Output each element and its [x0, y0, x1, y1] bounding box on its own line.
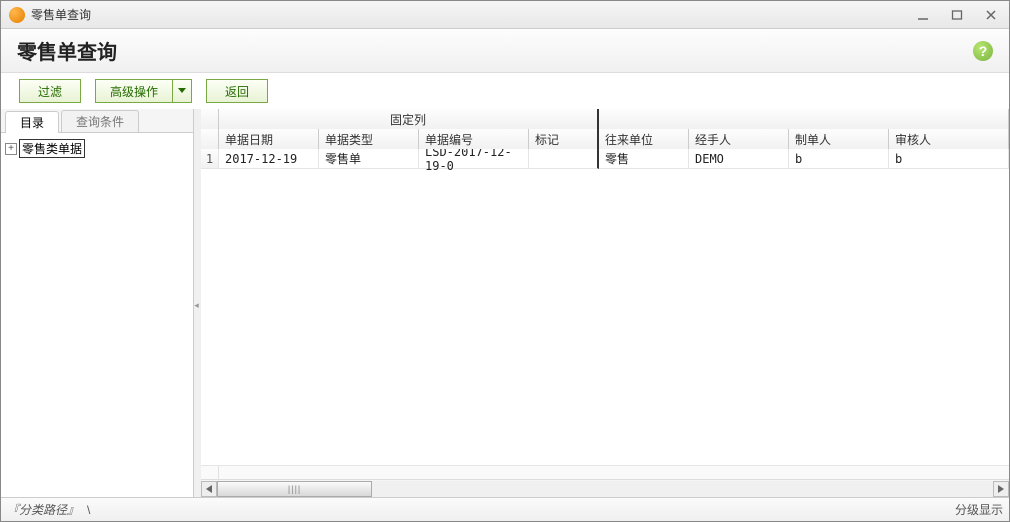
grid-footer-strip — [201, 465, 1009, 479]
cell-maker: b — [789, 149, 889, 169]
minimize-button[interactable] — [913, 7, 933, 23]
tab-conditions-label: 查询条件 — [76, 113, 124, 130]
left-panel-tabs: 目录 查询条件 — [1, 109, 193, 133]
col-header-number[interactable]: 单据编号 — [419, 129, 529, 149]
filter-button-label: 过滤 — [38, 83, 62, 100]
cell-handler: DEMO — [689, 149, 789, 169]
cell-date: 2017-12-19 — [219, 149, 319, 169]
filter-button[interactable]: 过滤 — [19, 79, 81, 103]
cell-mark — [529, 149, 599, 169]
back-button-label: 返回 — [225, 83, 249, 100]
col-header-handler[interactable]: 经手人 — [689, 129, 789, 149]
grid-header-row: 单据日期 单据类型 单据编号 标记 往来单位 经手人 制单人 审核人 — [201, 129, 1009, 149]
page-title: 零售单查询 — [17, 36, 117, 65]
scroll-thumb[interactable]: |||| — [217, 481, 372, 497]
cell-party: 零售 — [599, 149, 689, 169]
tree-root-label: 零售类单据 — [19, 139, 85, 158]
cell-auditor: b — [889, 149, 1009, 169]
grid-group-row: 固定列 — [201, 109, 1009, 129]
tab-catalog[interactable]: 目录 — [5, 111, 59, 133]
level-display-button[interactable]: 分级显示 — [955, 501, 1003, 518]
col-header-rownum[interactable] — [201, 129, 219, 149]
catalog-tree: + 零售类单据 — [1, 133, 193, 497]
col-header-party[interactable]: 往来单位 — [599, 129, 689, 149]
tab-catalog-label: 目录 — [20, 114, 44, 131]
advanced-button[interactable]: 高级操作 — [95, 79, 192, 103]
window-controls — [913, 7, 1001, 23]
app-icon — [9, 7, 25, 23]
column-group-scroll — [599, 109, 1009, 129]
table-row[interactable]: 1 2017-12-19 零售单 LSD-2017-12-19-0 零售 DEM… — [201, 149, 1009, 169]
grid: 固定列 单据日期 单据类型 单据编号 标记 往来单位 经手人 制单人 审核人 1… — [201, 109, 1009, 497]
toolbar: 过滤 高级操作 返回 — [1, 73, 1009, 109]
column-group-fixed: 固定列 — [219, 109, 599, 129]
plus-icon[interactable]: + — [5, 143, 17, 155]
status-bar: 『分类路径』 \ 分级显示 — [1, 497, 1009, 521]
back-button[interactable]: 返回 — [206, 79, 268, 103]
advanced-button-label: 高级操作 — [110, 83, 158, 100]
col-header-date[interactable]: 单据日期 — [219, 129, 319, 149]
col-header-auditor[interactable]: 审核人 — [889, 129, 1009, 149]
panel-splitter[interactable]: ◂ — [194, 109, 201, 497]
window-title: 零售单查询 — [31, 6, 913, 23]
chevron-down-icon — [178, 88, 186, 94]
advanced-button-main[interactable]: 高级操作 — [96, 80, 173, 102]
tree-item[interactable]: + 零售类单据 — [5, 139, 189, 158]
grid-corner — [201, 109, 219, 129]
scroll-track[interactable]: |||| — [217, 481, 993, 497]
cell-type: 零售单 — [319, 149, 419, 169]
help-icon[interactable]: ? — [973, 41, 993, 61]
tab-conditions[interactable]: 查询条件 — [61, 110, 139, 132]
content-area: 目录 查询条件 + 零售类单据 ◂ 固定列 单据日期 单据类型 单据编号 标记 … — [1, 109, 1009, 497]
title-bar: 零售单查询 — [1, 1, 1009, 29]
scroll-right-button[interactable] — [993, 481, 1009, 497]
col-header-mark[interactable]: 标记 — [529, 129, 599, 149]
page-header: 零售单查询 ? — [1, 29, 1009, 73]
status-path-value: \ — [87, 503, 90, 517]
grid-body: 1 2017-12-19 零售单 LSD-2017-12-19-0 零售 DEM… — [201, 149, 1009, 465]
maximize-button[interactable] — [947, 7, 967, 23]
status-path-label: 『分类路径』 — [7, 501, 79, 518]
close-button[interactable] — [981, 7, 1001, 23]
col-header-maker[interactable]: 制单人 — [789, 129, 889, 149]
cell-rownum: 1 — [201, 149, 219, 169]
scroll-left-button[interactable] — [201, 481, 217, 497]
cell-number: LSD-2017-12-19-0 — [419, 149, 529, 169]
advanced-button-dropdown[interactable] — [173, 88, 191, 94]
horizontal-scrollbar: |||| — [201, 479, 1009, 497]
col-header-type[interactable]: 单据类型 — [319, 129, 419, 149]
left-panel: 目录 查询条件 + 零售类单据 — [1, 109, 194, 497]
